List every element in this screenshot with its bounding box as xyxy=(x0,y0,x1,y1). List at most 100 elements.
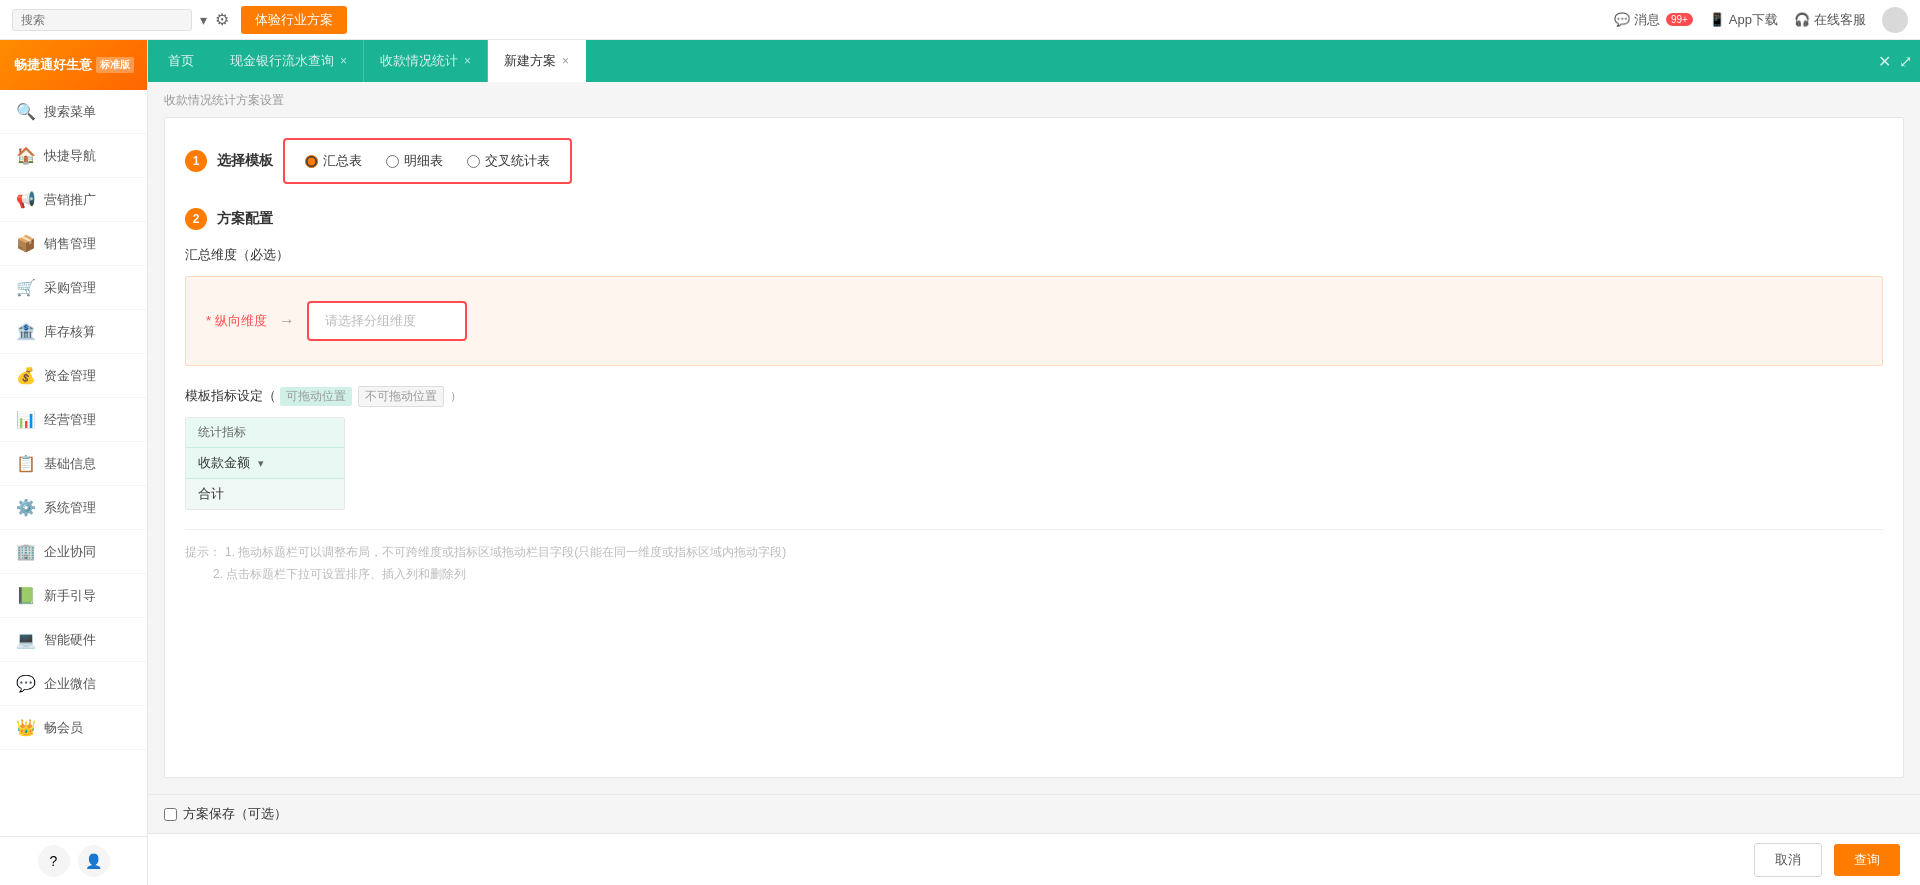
tab-receipts[interactable]: 收款情况统计 × xyxy=(364,40,488,82)
legend-close: ） xyxy=(450,388,462,405)
page-content: 收款情况统计方案设置 1 选择模板 汇总表 xyxy=(148,82,1920,833)
query-button[interactable]: 查询 xyxy=(1834,844,1900,876)
save-option[interactable]: 方案保存（可选） xyxy=(164,805,287,823)
wechat-icon: 💬 xyxy=(16,674,36,693)
sidebar-item-basics[interactable]: 📋 基础信息 xyxy=(0,442,147,486)
sidebar-item-label: 库存核算 xyxy=(44,323,96,341)
tab-label: 现金银行流水查询 xyxy=(230,52,334,70)
sidebar-item-finance[interactable]: 💰 资金管理 xyxy=(0,354,147,398)
inventory-icon: 🏦 xyxy=(16,322,36,341)
sidebar-item-system[interactable]: ⚙️ 系统管理 xyxy=(0,486,147,530)
sidebar-item-label: 快捷导航 xyxy=(44,147,96,165)
tip-text-2: 2. 点击标题栏下拉可设置排序、插入列和删除列 xyxy=(213,564,466,586)
cancel-button[interactable]: 取消 xyxy=(1754,843,1822,877)
sidebar-item-search[interactable]: 🔍 搜索菜单 xyxy=(0,90,147,134)
sidebar-item-hardware[interactable]: 💻 智能硬件 xyxy=(0,618,147,662)
sidebar-item-label: 企业微信 xyxy=(44,675,96,693)
dimension-select[interactable]: 请选择分组维度 xyxy=(307,301,467,341)
maximize-window-icon[interactable]: ⤢ xyxy=(1899,52,1912,71)
tips-area: 提示： 1. 拖动标题栏可以调整布局，不可跨维度或指标区域拖动栏目字段(只能在同… xyxy=(185,529,1883,585)
save-checkbox-label: 方案保存（可选） xyxy=(183,805,287,823)
sidebar-item-label: 资金管理 xyxy=(44,367,96,385)
search-input[interactable] xyxy=(12,9,192,31)
download-icon: 📱 xyxy=(1709,12,1725,27)
sidebar-item-label: 智能硬件 xyxy=(44,631,96,649)
sidebar-item-nav[interactable]: 🏠 快捷导航 xyxy=(0,134,147,178)
tip-line-2: 2. 点击标题栏下拉可设置排序、插入列和删除列 xyxy=(185,564,1883,586)
content-area: 首页 现金银行流水查询 × 收款情况统计 × 新建方案 × ✕ ⤢ xyxy=(148,40,1920,885)
sidebar-item-corp[interactable]: 🏢 企业协同 xyxy=(0,530,147,574)
step2-num: 2 xyxy=(185,208,207,230)
close-window-icon[interactable]: ✕ xyxy=(1878,52,1891,71)
dropdown-icon[interactable]: ▾ xyxy=(200,12,207,28)
top-header: ▾ ⚙ 体验行业方案 💬 消息 99+ 📱 App下载 🎧 在线客服 xyxy=(0,0,1920,40)
message-label: 消息 xyxy=(1634,11,1660,29)
sidebar-item-purchase[interactable]: 🛒 采购管理 xyxy=(0,266,147,310)
legend-draggable: 可拖动位置 xyxy=(280,387,352,406)
sidebar-bottom: ? 👤 xyxy=(0,836,147,885)
tip-text-1: 1. 拖动标题栏可以调整布局，不可跨维度或指标区域拖动栏目字段(只能在同一维度或… xyxy=(225,542,786,564)
sidebar-item-sales[interactable]: 📦 销售管理 xyxy=(0,222,147,266)
sidebar-item-label: 销售管理 xyxy=(44,235,96,253)
sidebar-item-guide[interactable]: 📗 新手引导 xyxy=(0,574,147,618)
sidebar-item-marketing[interactable]: 📢 营销推广 xyxy=(0,178,147,222)
avatar[interactable] xyxy=(1882,7,1908,33)
radio-detail[interactable]: 明细表 xyxy=(386,152,443,170)
guide-icon: 📗 xyxy=(16,586,36,605)
sidebar-item-label: 采购管理 xyxy=(44,279,96,297)
metrics-header: 模板指标设定（ 可拖动位置 不可拖动位置 ） xyxy=(185,382,1883,407)
template-select-area: 汇总表 明细表 交叉统计表 xyxy=(283,138,572,184)
tip-line-1: 提示： 1. 拖动标题栏可以调整布局，不可跨维度或指标区域拖动栏目字段(只能在同… xyxy=(185,542,1883,564)
main-card: 1 选择模板 汇总表 明细表 xyxy=(164,117,1904,778)
download-action[interactable]: 📱 App下载 xyxy=(1709,11,1778,29)
metrics-table-header: 统计指标 xyxy=(186,418,344,448)
right-actions: 💬 消息 99+ 📱 App下载 🎧 在线客服 xyxy=(1614,7,1908,33)
search-menu-icon: 🔍 xyxy=(16,102,36,121)
radio-summary-label: 汇总表 xyxy=(323,152,362,170)
tab-bar: 首页 现金银行流水查询 × 收款情况统计 × 新建方案 × ✕ ⤢ xyxy=(148,40,1920,82)
basics-icon: 📋 xyxy=(16,454,36,473)
user-icon[interactable]: 👤 xyxy=(78,845,110,877)
radio-cross[interactable]: 交叉统计表 xyxy=(467,152,550,170)
message-action[interactable]: 💬 消息 99+ xyxy=(1614,11,1693,29)
dimension-area: * 纵向维度 → 请选择分组维度 xyxy=(185,276,1883,366)
tab-new-plan[interactable]: 新建方案 × xyxy=(488,40,586,82)
trial-button[interactable]: 体验行业方案 xyxy=(241,6,347,34)
sidebar-item-wechat[interactable]: 💬 企业微信 xyxy=(0,662,147,706)
legend-fixed: 不可拖动位置 xyxy=(358,386,444,407)
hardware-icon: 💻 xyxy=(16,630,36,649)
corp-icon: 🏢 xyxy=(16,542,36,561)
sidebar-item-label: 经营管理 xyxy=(44,411,96,429)
tab-label: 新建方案 xyxy=(504,52,556,70)
step1-section: 1 选择模板 汇总表 明细表 xyxy=(185,138,1883,184)
metrics-row-1-label: 收款金额 xyxy=(198,454,250,472)
radio-summary-input[interactable] xyxy=(305,155,318,168)
radio-summary[interactable]: 汇总表 xyxy=(305,152,362,170)
tab-label: 收款情况统计 xyxy=(380,52,458,70)
tab-cashflow[interactable]: 现金银行流水查询 × xyxy=(214,40,364,82)
tab-close-icon[interactable]: × xyxy=(340,54,347,68)
bottom-bar: 取消 查询 xyxy=(148,833,1920,885)
finance-icon: 💰 xyxy=(16,366,36,385)
help-icon[interactable]: ? xyxy=(38,845,70,877)
sidebar-item-inventory[interactable]: 🏦 库存核算 xyxy=(0,310,147,354)
tab-home[interactable]: 首页 xyxy=(148,52,214,70)
edition-badge: 标准版 xyxy=(96,57,134,73)
tab-close-active-icon[interactable]: × xyxy=(562,54,569,68)
radio-cross-input[interactable] xyxy=(467,155,480,168)
breadcrumb: 收款情况统计方案设置 xyxy=(148,82,1920,117)
step1-num: 1 xyxy=(185,150,207,172)
chevron-down-icon[interactable]: ▾ xyxy=(258,457,264,470)
sidebar-item-label: 系统管理 xyxy=(44,499,96,517)
metrics-row-1[interactable]: 收款金额 ▾ xyxy=(186,448,344,479)
support-action[interactable]: 🎧 在线客服 xyxy=(1794,11,1866,29)
gear-icon[interactable]: ⚙ xyxy=(215,10,229,29)
sidebar-item-label: 搜索菜单 xyxy=(44,103,96,121)
sidebar-item-management[interactable]: 📊 经营管理 xyxy=(0,398,147,442)
radio-detail-input[interactable] xyxy=(386,155,399,168)
sidebar-item-label: 营销推广 xyxy=(44,191,96,209)
tab-close-icon[interactable]: × xyxy=(464,54,471,68)
sidebar-logo: 畅捷通好生意 标准版 xyxy=(0,40,147,90)
save-checkbox[interactable] xyxy=(164,808,177,821)
sidebar-item-member[interactable]: 👑 畅会员 xyxy=(0,706,147,750)
